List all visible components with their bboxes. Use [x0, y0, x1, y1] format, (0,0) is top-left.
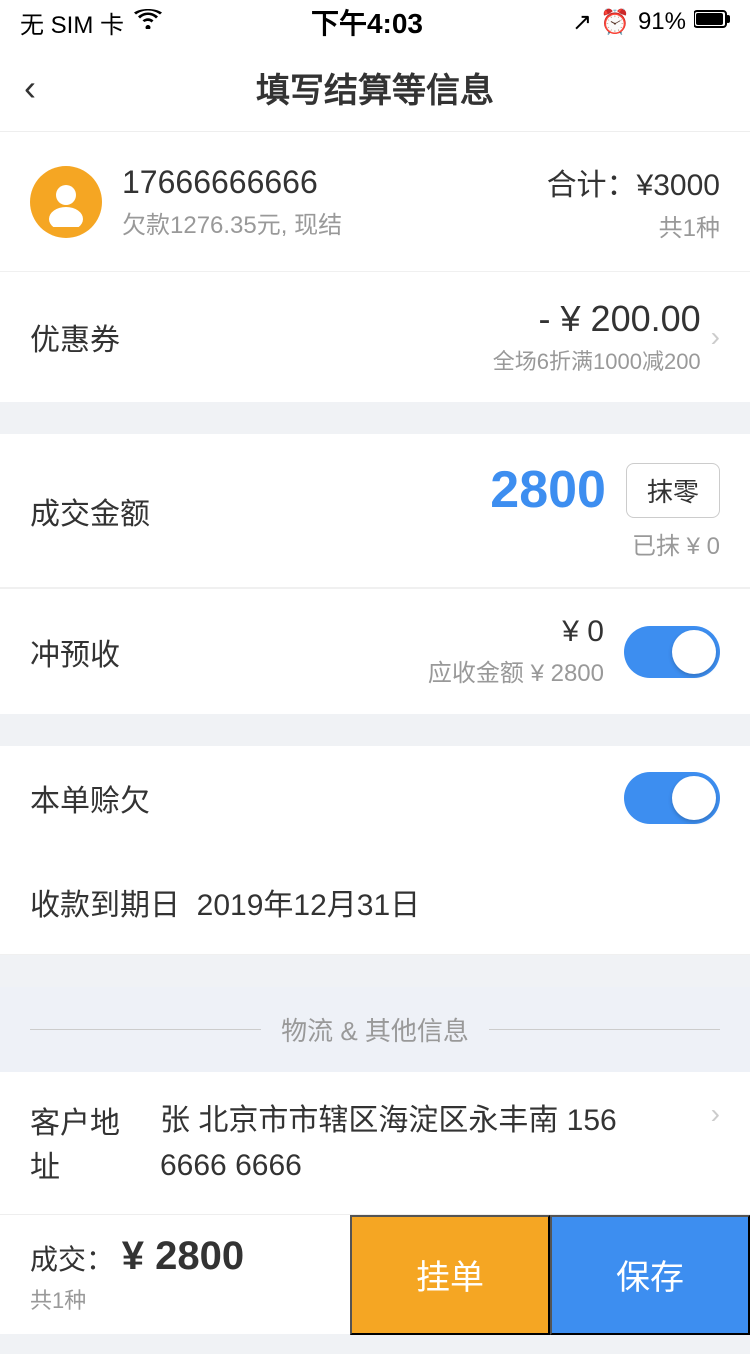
status-left: 无 SIM 卡	[20, 5, 162, 40]
logistics-divider: 物流 & 其他信息	[0, 987, 750, 1072]
amount-value: 2800	[490, 460, 606, 520]
back-button[interactable]: ‹	[24, 67, 36, 109]
bottom-deal-row: 成交： ¥ 2800	[30, 1234, 320, 1279]
logistics-text: 物流 & 其他信息	[281, 1011, 469, 1048]
user-left: 17666666666 欠款1276.35元, 现结	[30, 164, 342, 240]
bottom-count: 共1种	[30, 1283, 320, 1315]
location-icon: ↗	[572, 8, 592, 37]
user-sub: 欠款1276.35元, 现结	[122, 205, 342, 240]
due-date-row: 收款到期日 2019年12月31日	[0, 850, 750, 955]
status-time: 下午4:03	[311, 2, 423, 42]
bottom-info: 成交： ¥ 2800 共1种	[0, 1234, 350, 1315]
avatar	[30, 166, 102, 238]
debt-toggle-knob	[672, 776, 716, 820]
coupon-amount: - ¥ 200.00	[493, 298, 701, 340]
wifi-icon	[134, 8, 162, 36]
precollect-val: ¥ 0 应收金额 ¥ 2800	[428, 615, 604, 688]
battery-label: 91%	[638, 8, 686, 36]
total-count: 共1种	[547, 208, 720, 243]
hold-order-button[interactable]: 挂单	[350, 1215, 550, 1335]
alarm-icon: ⏰	[600, 8, 630, 37]
amount-right: 2800 抹零	[490, 460, 720, 520]
user-row: 17666666666 欠款1276.35元, 现结 合计：¥3000 共1种	[0, 132, 750, 271]
coupon-row[interactable]: 优惠券 - ¥ 200.00 全场6折满1000减200 ›	[0, 271, 750, 402]
due-date-label: 收款到期日 2019年12月31日	[30, 889, 420, 922]
precollect-row: 冲预收 ¥ 0 应收金额 ¥ 2800	[0, 588, 750, 714]
user-phone: 17666666666	[122, 164, 342, 201]
debt-card: 本单赊欠 收款到期日 2019年12月31日	[0, 746, 750, 955]
debt-row: 本单赊欠	[0, 746, 750, 850]
section-divider-3	[0, 971, 750, 987]
bottom-bar: 成交： ¥ 2800 共1种 挂单 保存	[0, 1214, 750, 1334]
total-price: 合计：¥3000	[547, 160, 720, 204]
status-bar: 无 SIM 卡 下午4:03 ↗ ⏰ 91%	[0, 0, 750, 44]
nav-bar: ‹ 填写结算等信息	[0, 44, 750, 132]
debt-toggle[interactable]	[624, 772, 720, 824]
chevron-right-icon: ›	[711, 321, 720, 353]
round-button[interactable]: 抹零	[626, 463, 720, 518]
coupon-right: - ¥ 200.00 全场6折满1000减200 ›	[493, 298, 720, 376]
coupon-value: - ¥ 200.00 全场6折满1000减200	[493, 298, 701, 376]
precollect-sub: 应收金额 ¥ 2800	[428, 653, 604, 688]
address-row[interactable]: 客户地址 张 北京市市辖区海淀区永丰南 156 6666 6666 ›	[0, 1072, 750, 1214]
deal-amount-label: 成交金额	[30, 489, 150, 533]
section-divider-2	[0, 730, 750, 746]
bottom-deal-label: 成交：	[30, 1244, 114, 1275]
precollect-toggle[interactable]	[624, 626, 720, 678]
address-value: 张 北京市市辖区海淀区永丰南 156 6666 6666	[160, 1098, 691, 1188]
coupon-label: 优惠券	[30, 315, 120, 359]
user-info: 17666666666 欠款1276.35元, 现结	[122, 164, 342, 240]
section-divider-1	[0, 418, 750, 434]
precollect-label: 冲预收	[30, 630, 120, 674]
sim-label: 无 SIM 卡	[20, 5, 124, 40]
deal-amount-card: 成交金额 2800 抹零 已抹 ¥ 0 冲预收 ¥ 0 应收金额 ¥ 2800	[0, 434, 750, 714]
save-button[interactable]: 保存	[550, 1215, 750, 1335]
precollect-right: ¥ 0 应收金额 ¥ 2800	[428, 615, 720, 688]
status-right: ↗ ⏰ 91%	[572, 8, 730, 37]
deal-amount-row: 成交金额 2800 抹零 已抹 ¥ 0	[0, 434, 750, 588]
address-chevron-icon: ›	[711, 1098, 720, 1130]
bottom-amount: ¥ 2800	[122, 1234, 244, 1278]
address-label: 客户地址	[30, 1098, 140, 1186]
debt-label: 本单赊欠	[30, 776, 150, 820]
toggle-knob	[672, 630, 716, 674]
amount-sub: 已抹 ¥ 0	[490, 526, 720, 561]
battery-icon	[694, 8, 730, 36]
page-title: 填写结算等信息	[256, 63, 494, 112]
precollect-amount: ¥ 0	[428, 615, 604, 649]
user-info-card: 17666666666 欠款1276.35元, 现结 合计：¥3000 共1种 …	[0, 132, 750, 402]
logistics-line-left	[30, 1029, 261, 1030]
logistics-line-right	[489, 1029, 720, 1030]
coupon-desc: 全场6折满1000减200	[493, 344, 701, 376]
user-right: 合计：¥3000 共1种	[547, 160, 720, 243]
